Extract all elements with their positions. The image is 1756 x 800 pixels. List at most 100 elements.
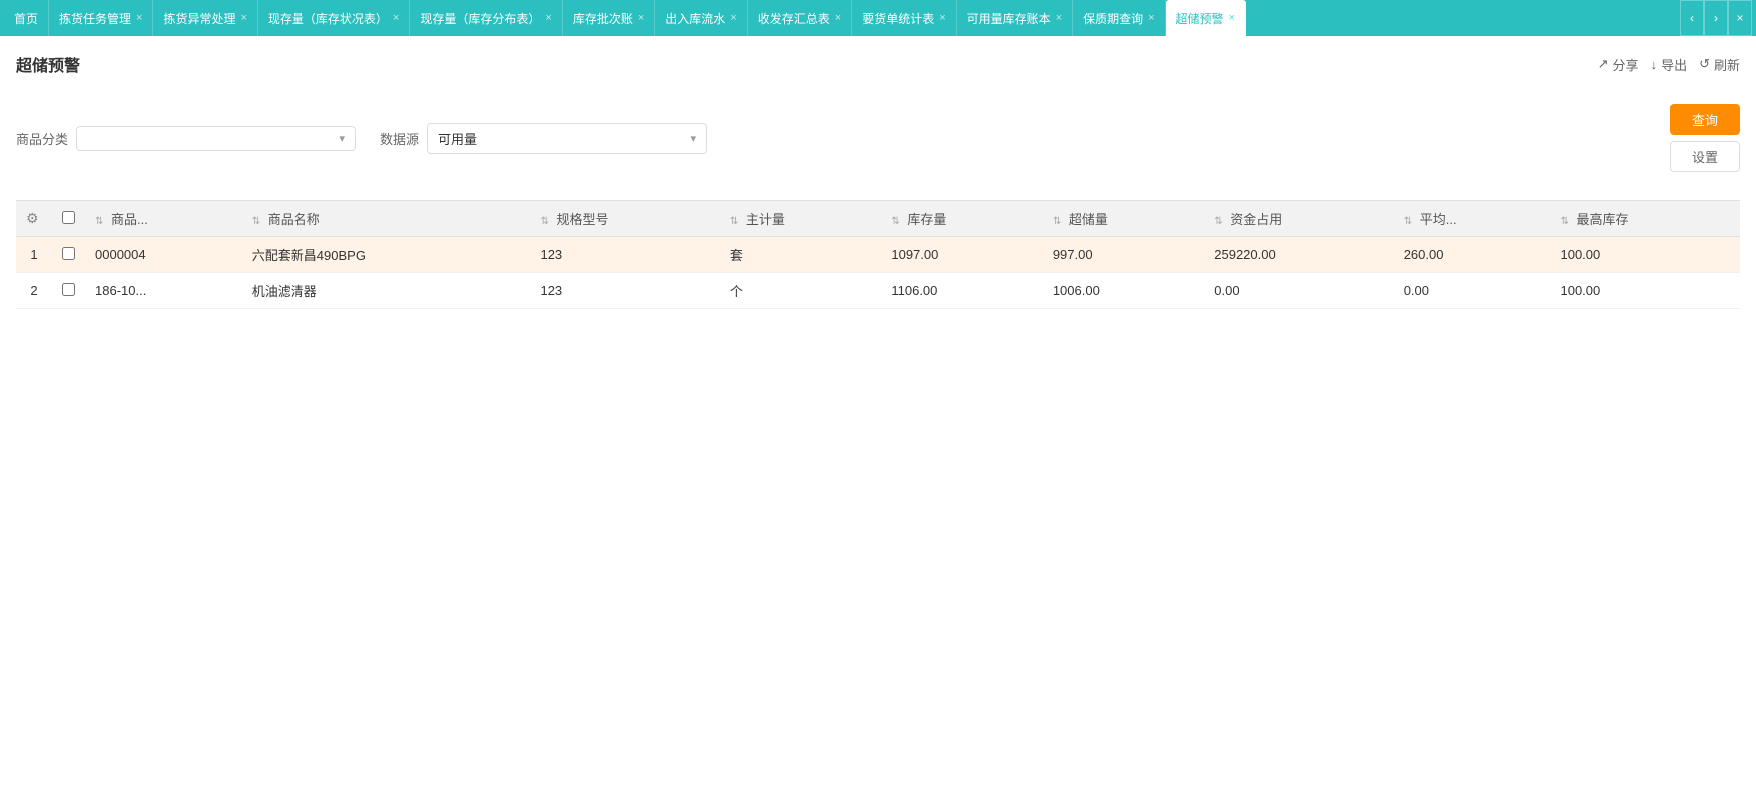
table-row: 1 0000004 六配套新昌490BPG 123 套 1097.00 997.… bbox=[16, 237, 1740, 273]
cell-product-code: 0000004 bbox=[85, 237, 242, 273]
nav-tab-recv-summary[interactable]: 收发存汇总表× bbox=[748, 0, 852, 36]
col-capital[interactable]: ⇅ 资金占用 bbox=[1204, 201, 1393, 237]
filter-actions: 查询 设置 bbox=[1670, 104, 1740, 172]
nav-tab-order-stats[interactable]: 要货单统计表× bbox=[852, 0, 956, 36]
datasource-select[interactable]: 可用量 ▾ bbox=[427, 123, 707, 154]
sort-icon: ⇅ bbox=[1560, 216, 1568, 227]
nav-tab-batch-account[interactable]: 库存批次账× bbox=[563, 0, 655, 36]
row-checkbox[interactable] bbox=[62, 247, 75, 260]
sort-icon: ⇅ bbox=[540, 216, 548, 227]
col-overstock[interactable]: ⇅ 超储量 bbox=[1043, 201, 1204, 237]
nav-tab-home[interactable]: 首页 bbox=[4, 0, 49, 36]
table-settings-icon[interactable]: ⚙ bbox=[26, 210, 39, 226]
cell-avg: 260.00 bbox=[1394, 237, 1551, 273]
cell-overstock: 997.00 bbox=[1043, 237, 1204, 273]
category-select[interactable]: ▾ bbox=[76, 126, 356, 151]
nav-arrow-left[interactable]: ‹ bbox=[1680, 0, 1704, 36]
page-content: 超储预警 ↗ 分享 ↓ 导出 ↺ 刷新 商品分类 ▾ 数据源 bbox=[0, 36, 1756, 800]
col-max-stock[interactable]: ⇅ 最高库存 bbox=[1550, 201, 1740, 237]
close-icon[interactable]: × bbox=[638, 12, 644, 24]
cell-max-stock: 100.00 bbox=[1550, 237, 1740, 273]
share-label: 分享 bbox=[1613, 55, 1639, 74]
sort-icon: ⇅ bbox=[891, 216, 899, 227]
row-checkbox-cell bbox=[52, 237, 85, 273]
datasource-arrow-icon: ▾ bbox=[691, 132, 697, 145]
close-icon[interactable]: × bbox=[393, 12, 399, 24]
cell-unit: 个 bbox=[720, 273, 881, 309]
datasource-filter: 数据源 可用量 ▾ bbox=[380, 123, 707, 154]
col-avg[interactable]: ⇅ 平均... bbox=[1394, 201, 1551, 237]
export-button[interactable]: ↓ 导出 bbox=[1651, 55, 1688, 74]
close-icon[interactable]: × bbox=[1056, 12, 1062, 24]
nav-tab-avail-account[interactable]: 可用量库存账本× bbox=[957, 0, 1073, 36]
row-checkbox[interactable] bbox=[62, 283, 75, 296]
page-title: 超储预警 bbox=[16, 52, 80, 76]
table-body: 1 0000004 六配套新昌490BPG 123 套 1097.00 997.… bbox=[16, 237, 1740, 309]
sort-icon: ⇅ bbox=[95, 216, 103, 227]
datasource-value: 可用量 bbox=[438, 129, 477, 148]
sort-icon: ⇅ bbox=[1053, 216, 1061, 227]
col-settings: ⚙ bbox=[16, 201, 52, 237]
sort-icon: ⇅ bbox=[252, 216, 260, 227]
col-product-code[interactable]: ⇅ 商品... bbox=[85, 201, 242, 237]
share-icon: ↗ bbox=[1598, 56, 1609, 72]
cell-unit: 套 bbox=[720, 237, 881, 273]
row-checkbox-cell bbox=[52, 273, 85, 309]
col-product-name[interactable]: ⇅ 商品名称 bbox=[242, 201, 531, 237]
filter-row: 商品分类 ▾ 数据源 可用量 ▾ 查询 设置 bbox=[16, 92, 1740, 184]
nav-tab-overstock-alert[interactable]: 超储预警× bbox=[1166, 0, 1246, 36]
row-num: 2 bbox=[16, 273, 52, 309]
cell-capital: 0.00 bbox=[1204, 273, 1393, 309]
cell-max-stock: 100.00 bbox=[1550, 273, 1740, 309]
export-icon: ↓ bbox=[1651, 57, 1658, 72]
refresh-button[interactable]: ↺ 刷新 bbox=[1699, 55, 1740, 74]
col-stock[interactable]: ⇅ 库存量 bbox=[881, 201, 1042, 237]
cell-avg: 0.00 bbox=[1394, 273, 1551, 309]
row-num: 1 bbox=[16, 237, 52, 273]
share-button[interactable]: ↗ 分享 bbox=[1598, 55, 1639, 74]
close-icon[interactable]: × bbox=[1229, 12, 1235, 24]
nav-tab-abnormal[interactable]: 拣货异常处理× bbox=[153, 0, 257, 36]
page-header: 超储预警 ↗ 分享 ↓ 导出 ↺ 刷新 bbox=[16, 52, 1740, 76]
nav-tab-inout-flow[interactable]: 出入库流水× bbox=[655, 0, 747, 36]
close-icon[interactable]: × bbox=[1148, 12, 1154, 24]
nav-arrows: ‹ › × bbox=[1680, 0, 1752, 36]
nav-arrow-close[interactable]: × bbox=[1728, 0, 1752, 36]
settings-button[interactable]: 设置 bbox=[1670, 141, 1740, 172]
col-spec[interactable]: ⇅ 规格型号 bbox=[530, 201, 719, 237]
refresh-label: 刷新 bbox=[1714, 55, 1740, 74]
nav-tab-task-mgmt[interactable]: 拣货任务管理× bbox=[49, 0, 153, 36]
cell-overstock: 1006.00 bbox=[1043, 273, 1204, 309]
data-table: ⚙ ⇅ 商品... ⇅ 商品名称 ⇅ 规格型号 ⇅ bbox=[16, 200, 1740, 309]
cell-stock: 1097.00 bbox=[881, 237, 1042, 273]
top-nav: 首页拣货任务管理×拣货异常处理×现存量（库存状况表）×现存量（库存分布表）×库存… bbox=[0, 0, 1756, 36]
sort-icon: ⇅ bbox=[1404, 216, 1412, 227]
cell-stock: 1106.00 bbox=[881, 273, 1042, 309]
nav-arrow-right[interactable]: › bbox=[1704, 0, 1728, 36]
col-unit[interactable]: ⇅ 主计量 bbox=[720, 201, 881, 237]
cell-product-name: 六配套新昌490BPG bbox=[242, 237, 531, 273]
col-checkbox bbox=[52, 201, 85, 237]
category-label: 商品分类 bbox=[16, 129, 68, 148]
select-all-checkbox[interactable] bbox=[62, 211, 75, 224]
nav-tab-inventory-status[interactable]: 现存量（库存状况表）× bbox=[258, 0, 410, 36]
refresh-icon: ↺ bbox=[1699, 56, 1710, 72]
cell-product-name: 机油滤清器 bbox=[242, 273, 531, 309]
close-icon[interactable]: × bbox=[240, 12, 246, 24]
close-icon[interactable]: × bbox=[545, 12, 551, 24]
nav-tab-quality-check[interactable]: 保质期查询× bbox=[1073, 0, 1165, 36]
table-row: 2 186-10... 机油滤清器 123 个 1106.00 1006.00 … bbox=[16, 273, 1740, 309]
close-icon[interactable]: × bbox=[939, 12, 945, 24]
nav-tab-inventory-dist[interactable]: 现存量（库存分布表）× bbox=[410, 0, 562, 36]
header-actions: ↗ 分享 ↓ 导出 ↺ 刷新 bbox=[1598, 55, 1740, 74]
close-icon[interactable]: × bbox=[730, 12, 736, 24]
category-arrow-icon: ▾ bbox=[339, 132, 345, 145]
close-icon[interactable]: × bbox=[136, 12, 142, 24]
query-button[interactable]: 查询 bbox=[1670, 104, 1740, 135]
cell-capital: 259220.00 bbox=[1204, 237, 1393, 273]
category-filter: 商品分类 ▾ bbox=[16, 126, 356, 151]
table-header: ⚙ ⇅ 商品... ⇅ 商品名称 ⇅ 规格型号 ⇅ bbox=[16, 201, 1740, 237]
sort-icon: ⇅ bbox=[730, 216, 738, 227]
close-icon[interactable]: × bbox=[835, 12, 841, 24]
export-label: 导出 bbox=[1661, 55, 1687, 74]
